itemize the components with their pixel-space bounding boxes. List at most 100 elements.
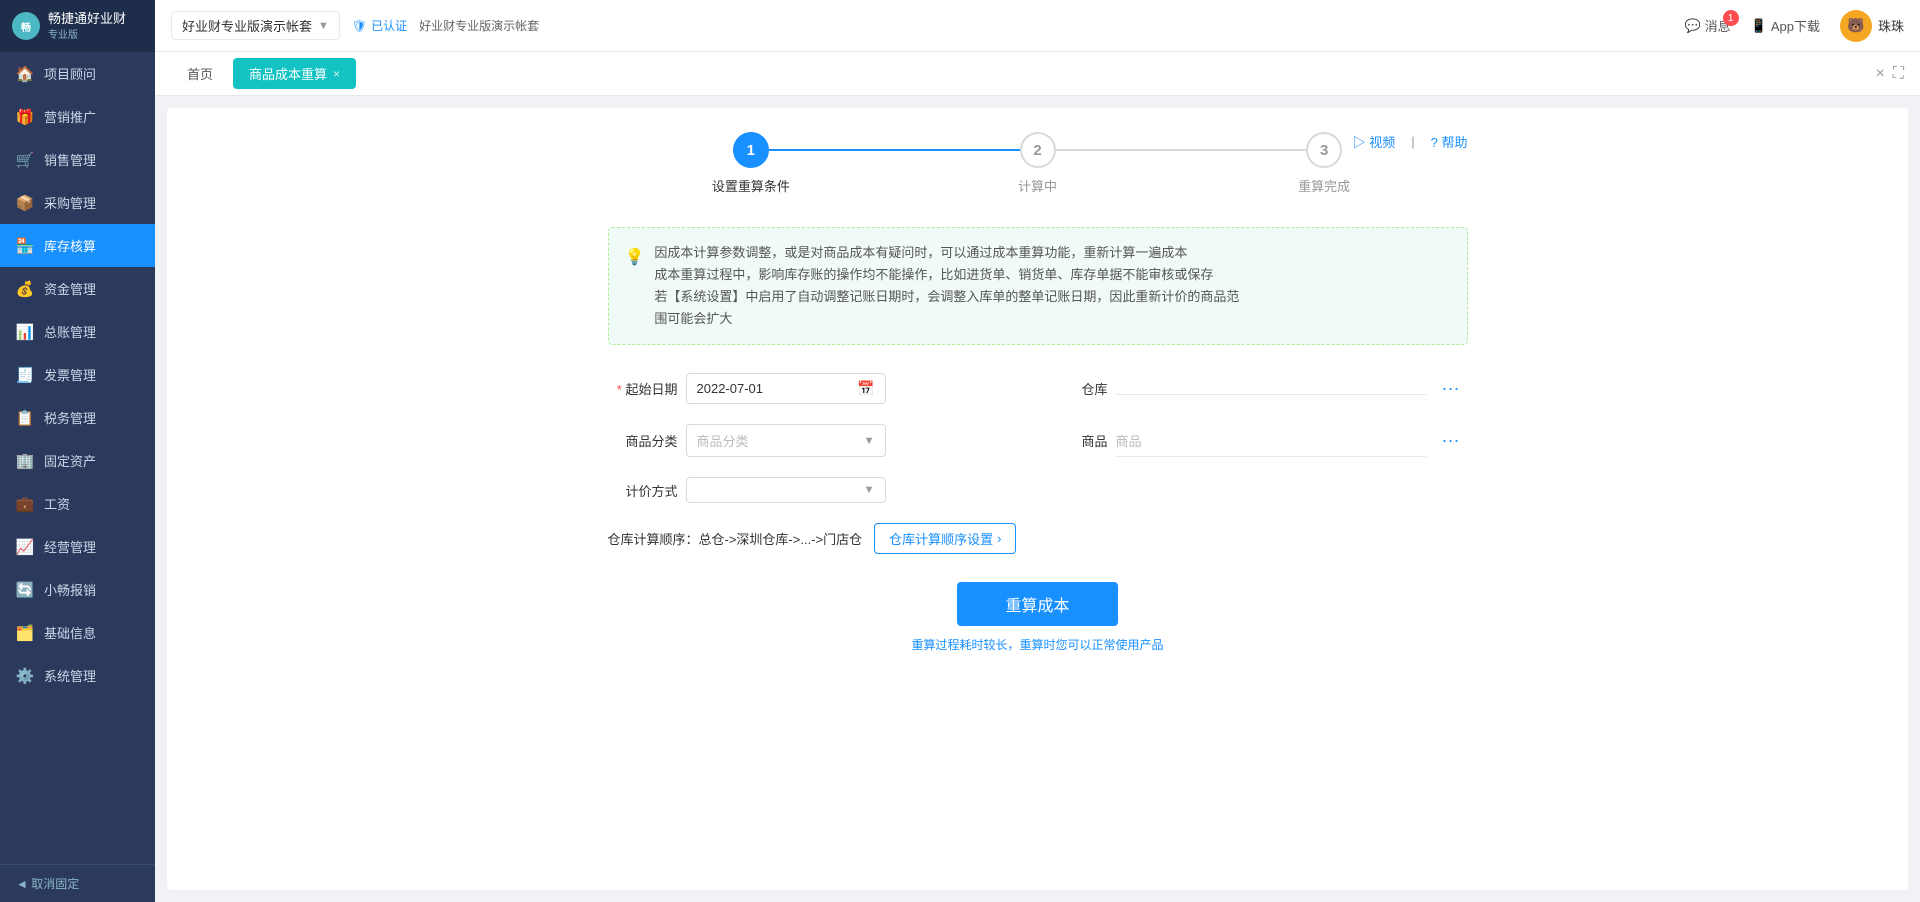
sidebar-header: 畅 畅捷通好业财 专业版 bbox=[0, 0, 155, 52]
info-line-3: 若【系统设置】中启用了自动调整记账日期时，会调整入库单的整单记账日期，因此重新计… bbox=[654, 286, 1239, 308]
recalc-btn[interactable]: 重算成本 bbox=[957, 582, 1117, 626]
play-icon: ▷ bbox=[1353, 135, 1366, 150]
step-3-label: 重算完成 bbox=[1298, 176, 1350, 195]
message-btn[interactable]: 💬 消息 1 bbox=[1684, 16, 1730, 35]
sidebar-item-accounting[interactable]: 📊 总账管理 bbox=[0, 310, 155, 353]
sidebar-icon-sales: 🛒 bbox=[16, 151, 34, 169]
category-label: 商品分类 bbox=[608, 431, 678, 450]
tab-cost-recalc[interactable]: 商品成本重算 × bbox=[233, 58, 356, 89]
sidebar-label-accounting: 总账管理 bbox=[44, 322, 96, 341]
sidebar-icon-inventory: 🏪 bbox=[16, 237, 34, 255]
sidebar-label-salary: 工资 bbox=[44, 494, 70, 513]
sidebar-icon-invoice: 🧾 bbox=[16, 366, 34, 384]
sidebar-item-finance[interactable]: 💰 资金管理 bbox=[0, 267, 155, 310]
stepper: 1 设置重算条件 2 计算中 3 重算完成 bbox=[608, 132, 1468, 195]
topbar: 好业财专业版演示帐套 ▼ 🛡 已认证 好业财专业版演示帐套 💬 消息 1 📱 A… bbox=[155, 0, 1920, 52]
sidebar-label-sales: 销售管理 bbox=[44, 150, 96, 169]
tab-home-label: 首页 bbox=[187, 64, 213, 83]
info-line-1: 因成本计算参数调整，或是对商品成本有疑问时，可以通过成本重算功能，重新计算一遍成… bbox=[654, 242, 1239, 264]
info-line-2: 成本重算过程中，影响库存账的操作均不能操作，比如进货单、销货单、库存单据不能审核… bbox=[654, 264, 1239, 286]
account-name: 好业财专业版演示帐套 bbox=[182, 16, 312, 35]
sidebar-icon-operations: 📈 bbox=[16, 538, 34, 556]
close-window-icon[interactable]: × bbox=[1875, 65, 1884, 83]
shield-icon: 🛡 bbox=[352, 19, 367, 33]
sidebar-icon-purchase: 📦 bbox=[16, 194, 34, 212]
sidebar-icon-assets: 🏢 bbox=[16, 452, 34, 470]
sidebar-unpin-btn[interactable]: ◄ 取消固定 bbox=[0, 864, 155, 902]
sidebar-label-operations: 经营管理 bbox=[44, 537, 96, 556]
app-download-btn[interactable]: 📱 App下载 bbox=[1751, 16, 1820, 35]
form-row-3: 计价方式 ▼ bbox=[608, 477, 1468, 503]
sidebar-item-invoice[interactable]: 🧾 发票管理 bbox=[0, 353, 155, 396]
expand-window-icon[interactable]: ⛶ bbox=[1893, 65, 1904, 83]
start-date-input[interactable]: 2022-07-01 📅 bbox=[686, 373, 886, 404]
sidebar-label-tax: 税务管理 bbox=[44, 408, 96, 427]
start-date-group: * 起始日期 2022-07-01 📅 bbox=[608, 373, 1018, 404]
sidebar-label-finance: 资金管理 bbox=[44, 279, 96, 298]
sidebar-icon-salary: 💼 bbox=[16, 495, 34, 513]
start-date-label: * 起始日期 bbox=[608, 379, 678, 398]
form-row-2: 商品分类 商品分类 ▼ 商品 商品 ··· bbox=[608, 424, 1468, 457]
sidebar-icon-expense: 🔄 bbox=[16, 581, 34, 599]
step-1: 1 设置重算条件 bbox=[608, 132, 895, 195]
sidebar-item-marketing[interactable]: 🎁 营销推广 bbox=[0, 95, 155, 138]
help-link[interactable]: ? 帮助 bbox=[1431, 132, 1468, 151]
sidebar-item-tax[interactable]: 📋 税务管理 bbox=[0, 396, 155, 439]
sidebar-nav: 🏠 项目顾问 🎁 营销推广 🛒 销售管理 📦 采购管理 🏪 库存核算 💰 资金管… bbox=[0, 52, 155, 864]
verified-label: 已认证 bbox=[371, 17, 407, 34]
warehouse-more-icon[interactable]: ··· bbox=[1434, 378, 1468, 399]
sidebar-label-expense: 小畅报销 bbox=[44, 580, 96, 599]
warning-icon: 💡 bbox=[625, 244, 645, 330]
sidebar-logo: 畅 bbox=[12, 12, 40, 40]
account-switcher[interactable]: 好业财专业版演示帐套 ▼ bbox=[171, 11, 340, 40]
warehouse-input[interactable] bbox=[1116, 382, 1426, 395]
form-row-warehouse-order: 仓库计算顺序：总仓->深圳仓库->...->门店仓 仓库计算顺序设置 › bbox=[608, 523, 1468, 554]
warehouse-order-btn[interactable]: 仓库计算顺序设置 › bbox=[874, 523, 1016, 554]
video-link[interactable]: ▷ 视频 bbox=[1353, 132, 1396, 151]
sidebar-item-sales[interactable]: 🛒 销售管理 bbox=[0, 138, 155, 181]
goods-more-icon[interactable]: ··· bbox=[1434, 430, 1468, 451]
sidebar-label-system: 系统管理 bbox=[44, 666, 96, 685]
sidebar-item-basic[interactable]: 🗂️ 基础信息 bbox=[0, 611, 155, 654]
tab-cost-recalc-label: 商品成本重算 bbox=[249, 64, 327, 83]
topbar-right: 💬 消息 1 📱 App下载 🐻 珠珠 bbox=[1684, 10, 1904, 42]
user-name: 珠珠 bbox=[1878, 16, 1904, 35]
sidebar-item-assets[interactable]: 🏢 固定资产 bbox=[0, 439, 155, 482]
tab-home[interactable]: 首页 bbox=[171, 58, 229, 89]
main-content: 1 设置重算条件 2 计算中 3 重算完成 ▷ 视频 bbox=[167, 108, 1908, 890]
phone-icon: 📱 bbox=[1751, 18, 1767, 34]
tab-close-icon[interactable]: × bbox=[333, 67, 340, 81]
category-placeholder: 商品分类 bbox=[697, 431, 749, 450]
form-row-1: * 起始日期 2022-07-01 📅 仓库 ··· bbox=[608, 373, 1468, 404]
pricing-label: 计价方式 bbox=[608, 481, 678, 500]
warehouse-order-label: 仓库计算顺序：总仓->深圳仓库->...->门店仓 bbox=[608, 529, 863, 548]
help-icon: ? bbox=[1431, 135, 1438, 150]
recalc-section: 重算成本 重算过程耗时较长，重算时您可以正常使用产品 bbox=[608, 582, 1468, 653]
sidebar-label-project: 项目顾问 bbox=[44, 64, 96, 83]
sidebar-app-subtitle: 专业版 bbox=[48, 26, 126, 41]
sidebar-item-purchase[interactable]: 📦 采购管理 bbox=[0, 181, 155, 224]
step-2: 2 计算中 bbox=[894, 132, 1181, 195]
goods-placeholder: 商品 bbox=[1116, 434, 1142, 449]
sidebar-label-marketing: 营销推广 bbox=[44, 107, 96, 126]
sidebar-title-block: 畅捷通好业财 专业版 bbox=[48, 11, 126, 42]
sidebar-icon-accounting: 📊 bbox=[16, 323, 34, 341]
goods-input[interactable]: 商品 bbox=[1116, 425, 1426, 457]
pricing-select[interactable]: ▼ bbox=[686, 477, 886, 503]
category-chevron-icon: ▼ bbox=[864, 435, 875, 447]
sidebar-item-project[interactable]: 🏠 项目顾问 bbox=[0, 52, 155, 95]
sidebar-icon-finance: 💰 bbox=[16, 280, 34, 298]
warehouse-group: 仓库 ··· bbox=[1018, 378, 1468, 399]
sidebar-item-operations[interactable]: 📈 经营管理 bbox=[0, 525, 155, 568]
avatar: 🐻 bbox=[1840, 10, 1872, 42]
sidebar-item-system[interactable]: ⚙️ 系统管理 bbox=[0, 654, 155, 697]
sidebar-label-inventory: 库存核算 bbox=[44, 236, 96, 255]
category-select[interactable]: 商品分类 ▼ bbox=[686, 424, 886, 457]
sidebar-icon-project: 🏠 bbox=[16, 65, 34, 83]
sidebar-icon-system: ⚙️ bbox=[16, 667, 34, 685]
sidebar-item-expense[interactable]: 🔄 小畅报销 bbox=[0, 568, 155, 611]
sidebar-item-inventory[interactable]: 🏪 库存核算 bbox=[0, 224, 155, 267]
tab-bar: 首页 商品成本重算 × × ⛶ bbox=[155, 52, 1920, 96]
user-profile[interactable]: 🐻 珠珠 bbox=[1840, 10, 1904, 42]
sidebar-item-salary[interactable]: 💼 工资 bbox=[0, 482, 155, 525]
